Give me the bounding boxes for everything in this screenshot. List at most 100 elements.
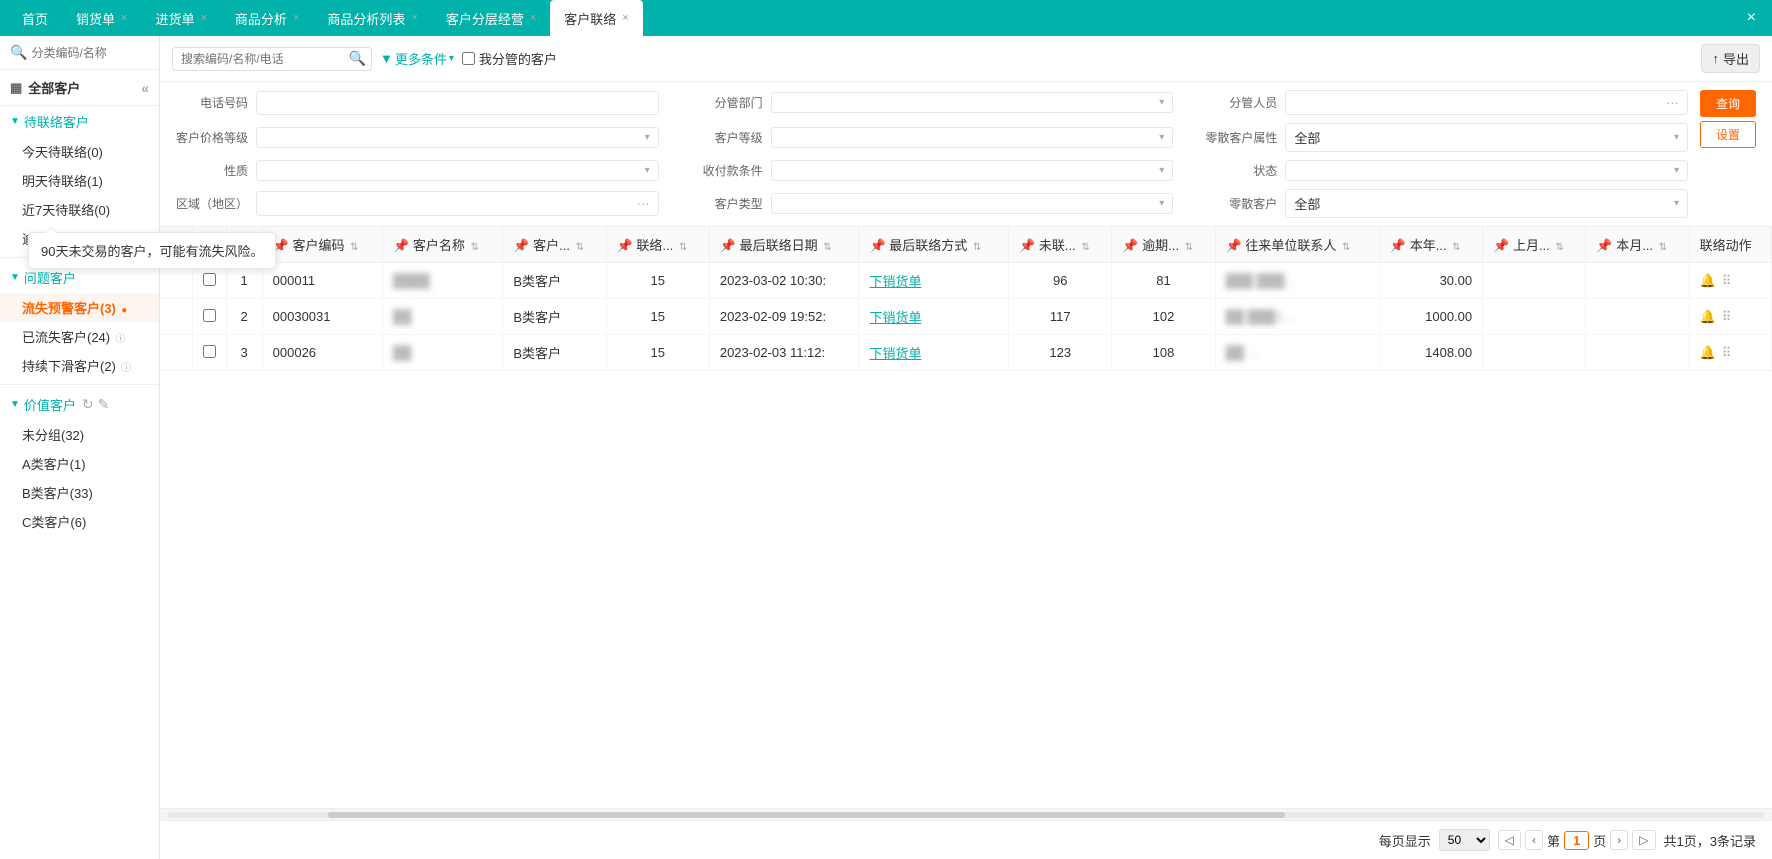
- customer-grade-select[interactable]: ▾: [771, 127, 1174, 148]
- th-od-sort[interactable]: ⇅: [1185, 242, 1193, 253]
- window-close-btn[interactable]: ×: [1739, 5, 1764, 31]
- horizontal-scrollbar[interactable]: [160, 808, 1772, 820]
- more-conditions-btn[interactable]: ▼ 更多条件 ▾: [380, 49, 454, 68]
- query-btn[interactable]: 查询: [1700, 90, 1756, 117]
- th-name[interactable]: 📌 客户名称 ⇅: [383, 227, 503, 263]
- row-last-contact-method[interactable]: 下销货单: [859, 299, 1009, 335]
- last-contact-method-link[interactable]: 下销货单: [869, 346, 921, 361]
- export-btn[interactable]: ↑ 导出: [1701, 44, 1760, 73]
- th-contact[interactable]: 📌 联络... ⇅: [606, 227, 709, 263]
- row-select-checkbox[interactable]: [203, 309, 216, 322]
- action-contact-icon[interactable]: 🔔: [1700, 273, 1716, 289]
- close-tab-customer-contact[interactable]: ×: [622, 12, 628, 24]
- retail-select[interactable]: 全部 ▾: [1285, 189, 1688, 218]
- th-grade[interactable]: 📌 客户... ⇅: [503, 227, 606, 263]
- status-select[interactable]: ▾: [1285, 160, 1688, 181]
- row-last-contact-method[interactable]: 下销货单: [859, 263, 1009, 299]
- action-more-icon[interactable]: ⠿: [1722, 273, 1732, 289]
- next-page-btn[interactable]: ›: [1610, 830, 1628, 850]
- row-select-checkbox[interactable]: [203, 273, 216, 286]
- person-select[interactable]: ···: [1285, 90, 1688, 115]
- close-tab-purchase[interactable]: ×: [200, 12, 206, 24]
- nature-select[interactable]: ▾: [256, 160, 659, 181]
- th-code[interactable]: 📌 客户编码 ⇅: [262, 227, 382, 263]
- th-uc-sort[interactable]: ⇅: [1342, 242, 1350, 253]
- th-overdue[interactable]: 📌 逾期... ⇅: [1112, 227, 1215, 263]
- last-contact-method-link[interactable]: 下销货单: [869, 310, 921, 325]
- region-select[interactable]: ···: [256, 191, 659, 216]
- sidebar-item-c-class[interactable]: C类客户(6): [0, 507, 159, 536]
- th-name-sort[interactable]: ⇅: [470, 242, 478, 253]
- close-tab-sales[interactable]: ×: [121, 12, 127, 24]
- th-this-month[interactable]: 📌 本月... ⇅: [1586, 227, 1689, 263]
- th-lm-sort[interactable]: ⇅: [1555, 242, 1563, 253]
- person-more-dots[interactable]: ···: [1666, 95, 1679, 110]
- sidebar-search-input[interactable]: [31, 46, 149, 60]
- sidebar-group-value[interactable]: ▼ 价值客户 ↻ ✎: [0, 389, 159, 420]
- th-lcm-sort[interactable]: ⇅: [973, 242, 981, 253]
- value-edit-icon[interactable]: ✎: [98, 396, 110, 413]
- th-contact-sort[interactable]: ⇅: [679, 242, 687, 253]
- settings-btn[interactable]: 设置: [1700, 121, 1756, 148]
- th-unit-contact[interactable]: 📌 往来单位联系人 ⇅: [1215, 227, 1379, 263]
- tab-purchase[interactable]: 进货单 ×: [141, 0, 220, 36]
- th-this-year[interactable]: 📌 本年... ⇅: [1379, 227, 1482, 263]
- th-lcd-sort[interactable]: ⇅: [823, 242, 831, 253]
- th-grade-sort[interactable]: ⇅: [576, 242, 584, 253]
- sidebar-item-churned[interactable]: 已流失客户(24) ⓘ: [0, 322, 159, 351]
- value-refresh-icon[interactable]: ↻: [82, 396, 94, 413]
- th-last-contact-date[interactable]: 📌 最后联络日期 ⇅: [709, 227, 859, 263]
- tab-customer-contact[interactable]: 客户联络 ×: [550, 0, 642, 36]
- row-last-contact-method[interactable]: 下销货单: [859, 335, 1009, 371]
- tab-analysis[interactable]: 商品分析 ×: [221, 0, 313, 36]
- sidebar-collapse-btn[interactable]: «: [141, 80, 149, 96]
- sidebar-item-ungroup[interactable]: 未分组(32): [0, 420, 159, 449]
- sidebar-item-7days[interactable]: 近7天待联络(0): [0, 195, 159, 224]
- th-tm-sort[interactable]: ⇅: [1659, 242, 1667, 253]
- search-icon-btn[interactable]: 🔍: [349, 50, 366, 67]
- last-page-btn[interactable]: ▷: [1632, 830, 1655, 850]
- region-more-dots[interactable]: ···: [637, 196, 650, 211]
- row-checkbox[interactable]: [192, 335, 226, 371]
- sidebar-item-today[interactable]: 今天待联络(0): [0, 137, 159, 166]
- my-customers-checkbox-label[interactable]: 我分管的客户: [462, 49, 557, 68]
- customer-type-select[interactable]: ▾: [771, 193, 1174, 214]
- sidebar-item-churn-warning[interactable]: 流失预警客户(3) ●: [0, 293, 159, 322]
- scrollbar-thumb[interactable]: [328, 812, 1286, 818]
- close-tab-customer-tier[interactable]: ×: [530, 12, 536, 24]
- th-ty-sort[interactable]: ⇅: [1452, 242, 1460, 253]
- dept-select[interactable]: ▾: [771, 92, 1174, 113]
- action-contact-icon[interactable]: 🔔: [1700, 345, 1716, 361]
- tab-analysis-list[interactable]: 商品分析列表 ×: [313, 0, 431, 36]
- retail-attr-select[interactable]: 全部 ▾: [1285, 123, 1688, 152]
- phone-input[interactable]: [256, 91, 659, 115]
- sidebar-group-pending[interactable]: ▼ 待联络客户: [0, 106, 159, 137]
- sidebar-item-declining[interactable]: 持续下滑客户(2) ⓘ: [0, 351, 159, 380]
- tab-customer-tier[interactable]: 客户分层经营 ×: [432, 0, 550, 36]
- row-select-checkbox[interactable]: [203, 345, 216, 358]
- per-page-select[interactable]: 50 20 100: [1439, 829, 1490, 851]
- action-more-icon[interactable]: ⠿: [1722, 309, 1732, 325]
- prev-page-btn[interactable]: ‹: [1525, 830, 1543, 850]
- sidebar-item-b-class[interactable]: B类客户(33): [0, 478, 159, 507]
- action-more-icon[interactable]: ⠿: [1722, 345, 1732, 361]
- my-customers-checkbox[interactable]: [462, 52, 475, 65]
- sidebar-item-a-class[interactable]: A类客户(1): [0, 449, 159, 478]
- th-last-month[interactable]: 📌 上月... ⇅: [1483, 227, 1586, 263]
- tab-home[interactable]: 首页: [8, 0, 62, 36]
- sidebar-item-tomorrow[interactable]: 明天待联络(1): [0, 166, 159, 195]
- th-last-contact-method[interactable]: 📌 最后联络方式 ⇅: [859, 227, 1009, 263]
- price-grade-select[interactable]: ▾: [256, 127, 659, 148]
- th-no-contact[interactable]: 📌 未联... ⇅: [1009, 227, 1112, 263]
- row-checkbox[interactable]: [192, 299, 226, 335]
- search-input[interactable]: [172, 47, 372, 71]
- first-page-btn[interactable]: ◁: [1498, 830, 1521, 850]
- close-tab-analysis-list[interactable]: ×: [411, 12, 417, 24]
- th-code-sort[interactable]: ⇅: [350, 242, 358, 253]
- tab-sales[interactable]: 销货单 ×: [62, 0, 141, 36]
- action-contact-icon[interactable]: 🔔: [1700, 309, 1716, 325]
- th-nc-sort[interactable]: ⇅: [1081, 242, 1089, 253]
- payment-select[interactable]: ▾: [771, 160, 1174, 181]
- close-tab-analysis[interactable]: ×: [293, 12, 299, 24]
- last-contact-method-link[interactable]: 下销货单: [869, 274, 921, 289]
